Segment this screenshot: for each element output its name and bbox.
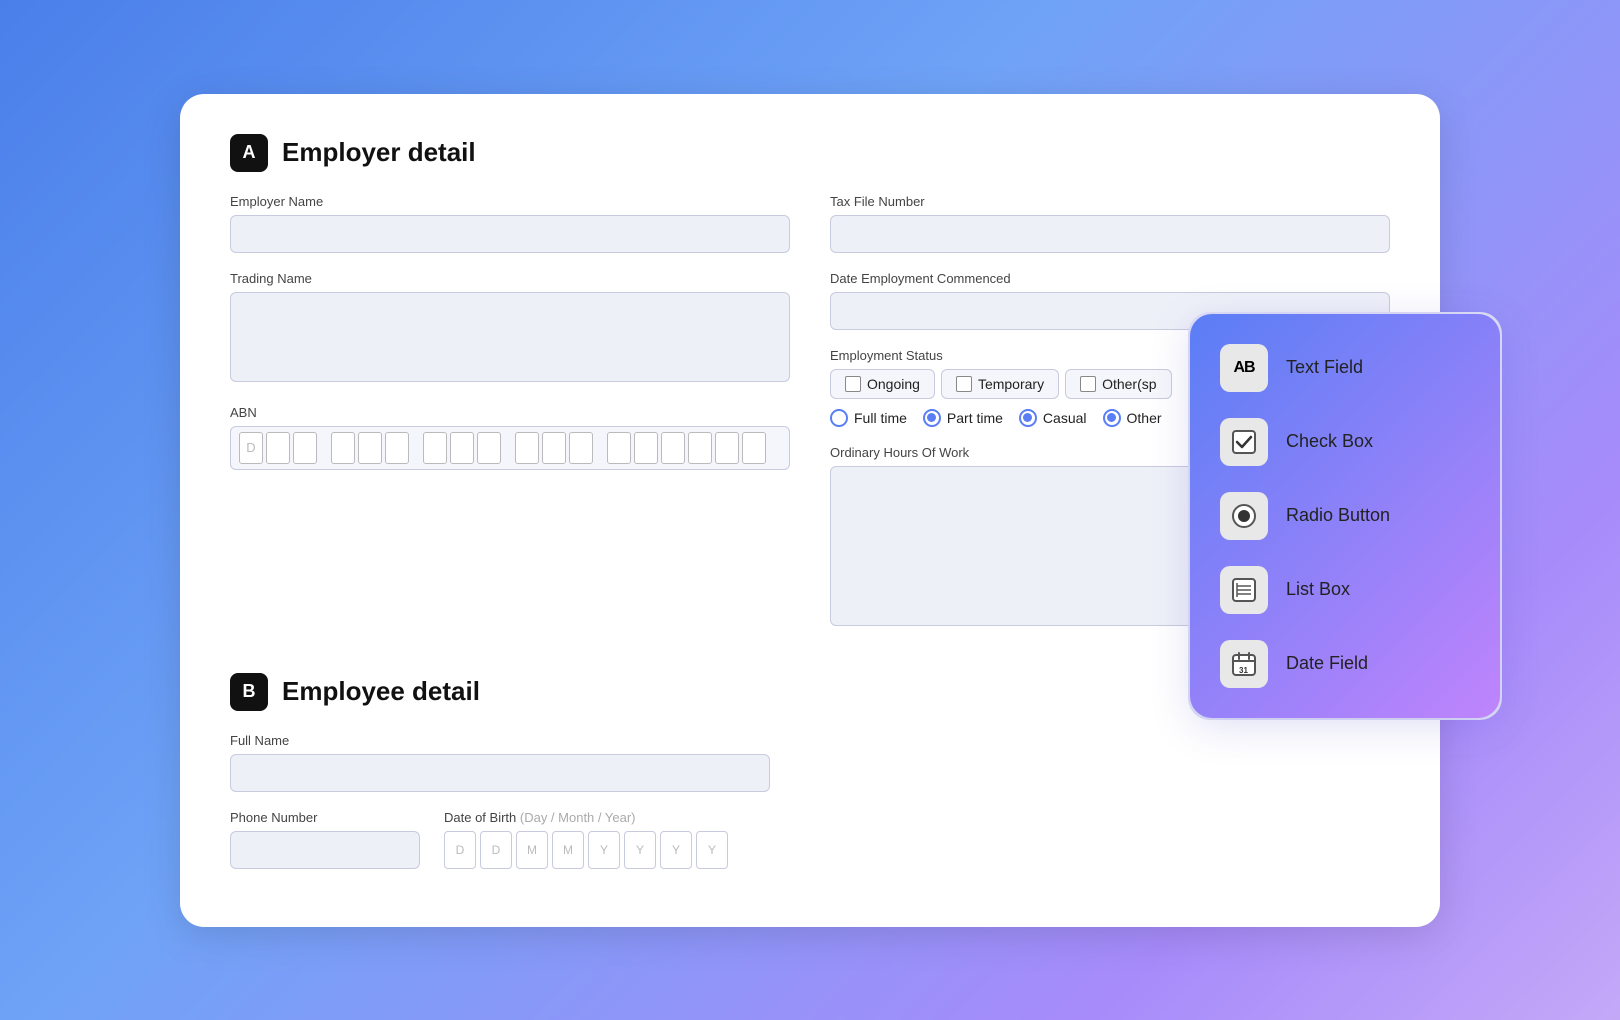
- fulltime-label: Full time: [854, 410, 907, 426]
- dob-cell-y3[interactable]: Y: [660, 831, 692, 869]
- abn-cell-5[interactable]: [385, 432, 409, 464]
- date-field-label: Date Field: [1286, 653, 1368, 674]
- popup-radio-button[interactable]: Radio Button: [1220, 492, 1470, 540]
- casual-radio[interactable]: Casual: [1019, 409, 1087, 427]
- date-field-icon: 31: [1220, 640, 1268, 688]
- abn-cell-9[interactable]: [515, 432, 539, 464]
- dob-label: Date of Birth (Day / Month / Year): [444, 810, 770, 825]
- popup-date-field[interactable]: 31 Date Field: [1220, 640, 1470, 688]
- full-name-label: Full Name: [230, 733, 770, 748]
- casual-label: Casual: [1043, 410, 1087, 426]
- text-field-icon: AB: [1220, 344, 1268, 392]
- list-box-icon: [1220, 566, 1268, 614]
- abn-cell-6[interactable]: [423, 432, 447, 464]
- phone-input[interactable]: [230, 831, 420, 869]
- radio-button-icon: [1220, 492, 1268, 540]
- temporary-checkbox-box: [956, 376, 972, 392]
- employer-left-col: Employer Name Trading Name ABN D: [230, 194, 790, 649]
- ongoing-checkbox-box: [845, 376, 861, 392]
- ongoing-checkbox[interactable]: Ongoing: [830, 369, 935, 399]
- other-label: Other: [1127, 410, 1162, 426]
- popup-panel: AB Text Field Check Box Radio Button: [1190, 314, 1500, 718]
- abn-cell-2[interactable]: [293, 432, 317, 464]
- abn-label: ABN: [230, 405, 790, 420]
- abn-cell-8[interactable]: [477, 432, 501, 464]
- abn-cell-17[interactable]: [742, 432, 766, 464]
- abn-group: ABN D: [230, 405, 790, 470]
- popup-list-box[interactable]: List Box: [1220, 566, 1470, 614]
- dob-cell-m1[interactable]: M: [516, 831, 548, 869]
- employer-name-input[interactable]: [230, 215, 790, 253]
- abn-cell-14[interactable]: [661, 432, 685, 464]
- full-name-group: Full Name: [230, 733, 770, 792]
- text-field-label: Text Field: [1286, 357, 1363, 378]
- abn-cell-11[interactable]: [569, 432, 593, 464]
- trading-name-input[interactable]: [230, 292, 790, 382]
- temporary-label: Temporary: [978, 376, 1044, 392]
- ongoing-label: Ongoing: [867, 376, 920, 392]
- tax-file-number-group: Tax File Number: [830, 194, 1390, 253]
- abn-cell-16[interactable]: [715, 432, 739, 464]
- tax-file-number-label: Tax File Number: [830, 194, 1390, 209]
- fulltime-radio-circle: [830, 409, 848, 427]
- parttime-radio[interactable]: Part time: [923, 409, 1003, 427]
- date-employment-label: Date Employment Commenced: [830, 271, 1390, 286]
- abn-cell-12[interactable]: [607, 432, 631, 464]
- casual-radio-circle: [1019, 409, 1037, 427]
- svg-text:31: 31: [1239, 666, 1248, 675]
- phone-group: Phone Number: [230, 810, 430, 869]
- abn-cell-4[interactable]: [358, 432, 382, 464]
- phone-dob-row: Phone Number Date of Birth (Day / Month …: [230, 810, 770, 887]
- other-sp-label: Other(sp: [1102, 376, 1156, 392]
- full-name-input[interactable]: [230, 754, 770, 792]
- other-radio-circle: [1103, 409, 1121, 427]
- dob-cell-m2[interactable]: M: [552, 831, 584, 869]
- popup-check-box[interactable]: Check Box: [1220, 418, 1470, 466]
- check-box-icon: [1220, 418, 1268, 466]
- dob-cell-y1[interactable]: Y: [588, 831, 620, 869]
- abn-cell-13[interactable]: [634, 432, 658, 464]
- employer-name-group: Employer Name: [230, 194, 790, 253]
- dob-cell-y2[interactable]: Y: [624, 831, 656, 869]
- abn-field-wrap: D: [230, 426, 790, 470]
- abn-cell-10[interactable]: [542, 432, 566, 464]
- parttime-label: Part time: [947, 410, 1003, 426]
- fulltime-radio[interactable]: Full time: [830, 409, 907, 427]
- parttime-radio-circle: [923, 409, 941, 427]
- trading-name-label: Trading Name: [230, 271, 790, 286]
- abn-cell-7[interactable]: [450, 432, 474, 464]
- dob-cells-row: D D M M Y Y Y Y: [444, 831, 770, 869]
- check-box-label: Check Box: [1286, 431, 1373, 452]
- radio-button-label: Radio Button: [1286, 505, 1390, 526]
- main-card: A Employer detail Employer Name Trading …: [180, 94, 1440, 927]
- abn-cell-0[interactable]: D: [239, 432, 263, 464]
- other-radio[interactable]: Other: [1103, 409, 1162, 427]
- employee-form: Full Name Phone Number Date of Birth (Da…: [230, 733, 770, 887]
- dob-cell-d2[interactable]: D: [480, 831, 512, 869]
- other-sp-checkbox[interactable]: Other(sp: [1065, 369, 1171, 399]
- other-sp-checkbox-box: [1080, 376, 1096, 392]
- employee-badge: B: [230, 673, 268, 711]
- temporary-checkbox[interactable]: Temporary: [941, 369, 1059, 399]
- dob-cell-d1[interactable]: D: [444, 831, 476, 869]
- popup-text-field[interactable]: AB Text Field: [1220, 344, 1470, 392]
- phone-label: Phone Number: [230, 810, 430, 825]
- employer-section-header: A Employer detail: [230, 134, 1390, 172]
- tax-file-number-input[interactable]: [830, 215, 1390, 253]
- employer-badge: A: [230, 134, 268, 172]
- list-box-label: List Box: [1286, 579, 1350, 600]
- abn-cell-3[interactable]: [331, 432, 355, 464]
- dob-group: Date of Birth (Day / Month / Year) D D M…: [444, 810, 770, 869]
- dob-cell-y4[interactable]: Y: [696, 831, 728, 869]
- abn-cell-15[interactable]: [688, 432, 712, 464]
- employer-name-label: Employer Name: [230, 194, 790, 209]
- dob-placeholder: (Day / Month / Year): [520, 810, 636, 825]
- employee-title: Employee detail: [282, 676, 480, 707]
- trading-name-group: Trading Name: [230, 271, 790, 387]
- abn-cell-1[interactable]: [266, 432, 290, 464]
- employer-title: Employer detail: [282, 137, 476, 168]
